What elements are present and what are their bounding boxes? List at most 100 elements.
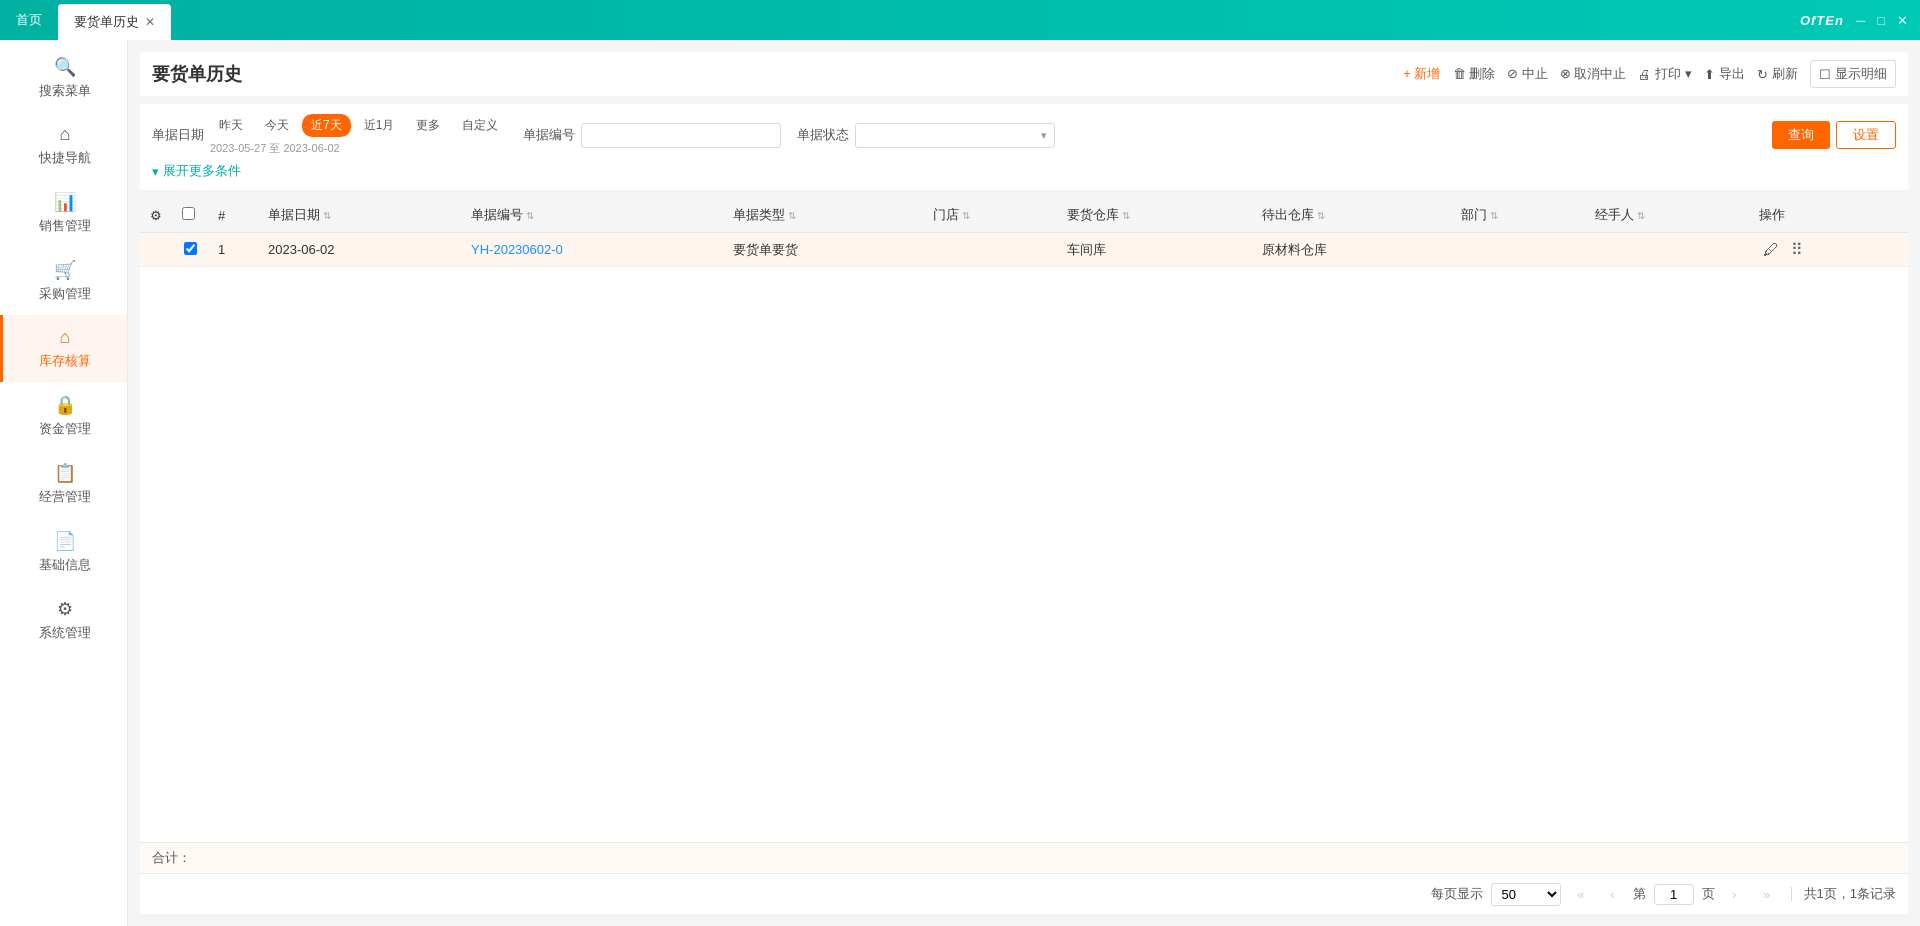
sidebar-item-basic-info[interactable]: 📄 基础信息: [0, 518, 127, 586]
col-handler[interactable]: 经手人 ⇅: [1585, 198, 1749, 233]
row-op-more-icon[interactable]: ⠿: [1787, 239, 1807, 260]
main-layout: 🔍 搜索菜单 ⌂ 快捷导航 📊 销售管理 🛒 采购管理 ⌂ 库存核算 🔒 资金管…: [0, 40, 1920, 926]
sort-doc-date[interactable]: 单据日期 ⇅: [268, 206, 331, 224]
last-page-button[interactable]: »: [1755, 882, 1779, 906]
query-button[interactable]: 查询: [1772, 121, 1830, 149]
page-unit: 页: [1702, 885, 1715, 903]
doc-no-label: 单据编号: [523, 126, 575, 144]
tab-history-close[interactable]: ✕: [145, 15, 155, 29]
doc-no-input[interactable]: [581, 123, 781, 148]
display-detail-button[interactable]: ☐ 显示明细: [1810, 60, 1896, 88]
display-detail-label: 显示明细: [1835, 65, 1887, 83]
row-op-edit-icon[interactable]: 🖊: [1759, 239, 1783, 260]
col-settings[interactable]: ⚙: [140, 198, 172, 233]
sort-pending-warehouse[interactable]: 待出仓库 ⇅: [1262, 206, 1325, 224]
pagination-area: 每页显示 50 10 20 100 « ‹ 第 页 › » 共1页，1条记录: [140, 873, 1908, 914]
first-page-button[interactable]: «: [1569, 882, 1593, 906]
sort-handler[interactable]: 经手人 ⇅: [1595, 206, 1645, 224]
sort-icon-doc-type: ⇅: [788, 210, 796, 221]
sort-doc-no[interactable]: 单据编号 ⇅: [471, 206, 534, 224]
export-icon: ⬆: [1704, 67, 1715, 82]
export-button[interactable]: ⬆ 导出: [1704, 65, 1745, 83]
doc-no-filter: 单据编号: [523, 123, 781, 148]
sidebar-item-system[interactable]: ⚙ 系统管理: [0, 586, 127, 654]
settings-button[interactable]: 设置: [1836, 121, 1896, 149]
status-select[interactable]: [855, 123, 1055, 148]
total-info: 共1页，1条记录: [1804, 885, 1896, 903]
col-num: #: [208, 198, 258, 233]
prev-page-button[interactable]: ‹: [1601, 882, 1625, 906]
col-req-warehouse[interactable]: 要货仓库 ⇅: [1057, 198, 1252, 233]
date-btn-today[interactable]: 今天: [256, 114, 298, 137]
row-select-checkbox[interactable]: [184, 242, 197, 255]
sort-req-warehouse[interactable]: 要货仓库 ⇅: [1067, 206, 1130, 224]
expand-more-button[interactable]: ▾ 展开更多条件: [152, 162, 1896, 180]
date-btn-recent1month[interactable]: 近1月: [355, 114, 404, 137]
sidebar-item-operations[interactable]: 📋 经营管理: [0, 450, 127, 518]
date-btn-custom[interactable]: 自定义: [453, 114, 507, 137]
date-btn-more[interactable]: 更多: [407, 114, 449, 137]
sidebar-item-search[interactable]: 🔍 搜索菜单: [0, 44, 127, 112]
chart-icon: 📊: [54, 191, 76, 213]
refresh-button[interactable]: ↻ 刷新: [1757, 65, 1798, 83]
page-number-input[interactable]: [1654, 884, 1694, 905]
sidebar-item-system-label: 系统管理: [39, 624, 91, 642]
close-window-icon[interactable]: ✕: [1897, 13, 1908, 28]
sort-icon-handler: ⇅: [1637, 210, 1645, 221]
sort-store[interactable]: 门店 ⇅: [933, 206, 970, 224]
expand-icon: ▾: [152, 164, 159, 179]
col-checkbox[interactable]: [172, 198, 208, 233]
top-bar: 首页 要货单历史 ✕ OfTEn ─ □ ✕: [0, 0, 1920, 40]
delete-button[interactable]: 🗑 删除: [1453, 65, 1496, 83]
table-header-row: ⚙ # 单据日期 ⇅: [140, 198, 1908, 233]
page-title: 要货单历史: [152, 62, 242, 86]
gear-icon: ⚙: [57, 598, 73, 620]
sidebar-item-inventory[interactable]: ⌂ 库存核算: [0, 315, 127, 382]
sidebar-item-finance[interactable]: 🔒 资金管理: [0, 382, 127, 450]
maximize-icon[interactable]: □: [1877, 13, 1885, 28]
sidebar-item-search-label: 搜索菜单: [39, 82, 91, 100]
sidebar-item-operations-label: 经营管理: [39, 488, 91, 506]
tab-history[interactable]: 要货单历史 ✕: [58, 4, 171, 40]
filter-buttons: 查询 设置: [1772, 121, 1896, 149]
refresh-icon: ↻: [1757, 67, 1768, 82]
new-button[interactable]: + 新增: [1403, 65, 1440, 83]
sort-dept[interactable]: 部门 ⇅: [1461, 206, 1498, 224]
sidebar-item-inventory-label: 库存核算: [39, 352, 91, 370]
col-pending-warehouse[interactable]: 待出仓库 ⇅: [1252, 198, 1452, 233]
col-dept[interactable]: 部门 ⇅: [1451, 198, 1585, 233]
stop-button[interactable]: ⊘ 中止: [1507, 65, 1548, 83]
cancel-stop-button[interactable]: ⊗ 取消中止: [1560, 65, 1627, 83]
col-doc-date[interactable]: 单据日期 ⇅: [258, 198, 461, 233]
content-area: 要货单历史 + 新增 🗑 删除 ⊘ 中止 ⊗ 取消中止 🖨 🖨 打印 打印 ▾ …: [128, 40, 1920, 926]
col-store[interactable]: 门店 ⇅: [923, 198, 1057, 233]
filter-area: 单据日期 昨天 今天 近7天 近1月 更多 自定义 2023-05-27 至 2…: [140, 104, 1908, 190]
date-btn-recent7[interactable]: 近7天: [302, 114, 351, 137]
home-icon: ⌂: [60, 124, 71, 145]
table-area: ⚙ # 单据日期 ⇅: [140, 198, 1908, 914]
sidebar-item-purchase[interactable]: 🛒 采购管理: [0, 247, 127, 315]
expand-label: 展开更多条件: [163, 162, 241, 180]
tab-home[interactable]: 首页: [0, 0, 58, 40]
doc-no-link[interactable]: YH-20230602-0: [471, 242, 563, 257]
row-doc-no[interactable]: YH-20230602-0: [461, 233, 723, 267]
page-size-select[interactable]: 50 10 20 100: [1491, 883, 1561, 906]
row-doc-date: 2023-06-02: [258, 233, 461, 267]
sidebar-item-sales[interactable]: 📊 销售管理: [0, 179, 127, 247]
table-row[interactable]: 1 2023-06-02 YH-20230602-0 要货单要货 车间库 原材料…: [140, 233, 1908, 267]
row-doc-type: 要货单要货: [723, 233, 923, 267]
sidebar-item-finance-label: 资金管理: [39, 420, 91, 438]
col-doc-type[interactable]: 单据类型 ⇅: [723, 198, 923, 233]
tab-history-label: 要货单历史: [74, 13, 139, 31]
col-doc-no[interactable]: 单据编号 ⇅: [461, 198, 723, 233]
next-page-button[interactable]: ›: [1723, 882, 1747, 906]
select-all-checkbox[interactable]: [182, 207, 195, 220]
print-button[interactable]: 🖨 🖨 打印 打印 ▾: [1638, 65, 1692, 83]
sidebar-item-quick-nav[interactable]: ⌂ 快捷导航: [0, 112, 127, 179]
sort-doc-type[interactable]: 单据类型 ⇅: [733, 206, 796, 224]
minimize-icon[interactable]: ─: [1856, 13, 1865, 28]
data-table: ⚙ # 单据日期 ⇅: [140, 198, 1908, 267]
date-btn-yesterday[interactable]: 昨天: [210, 114, 252, 137]
doc-icon: 📄: [54, 530, 76, 552]
row-checkbox[interactable]: [172, 233, 208, 267]
